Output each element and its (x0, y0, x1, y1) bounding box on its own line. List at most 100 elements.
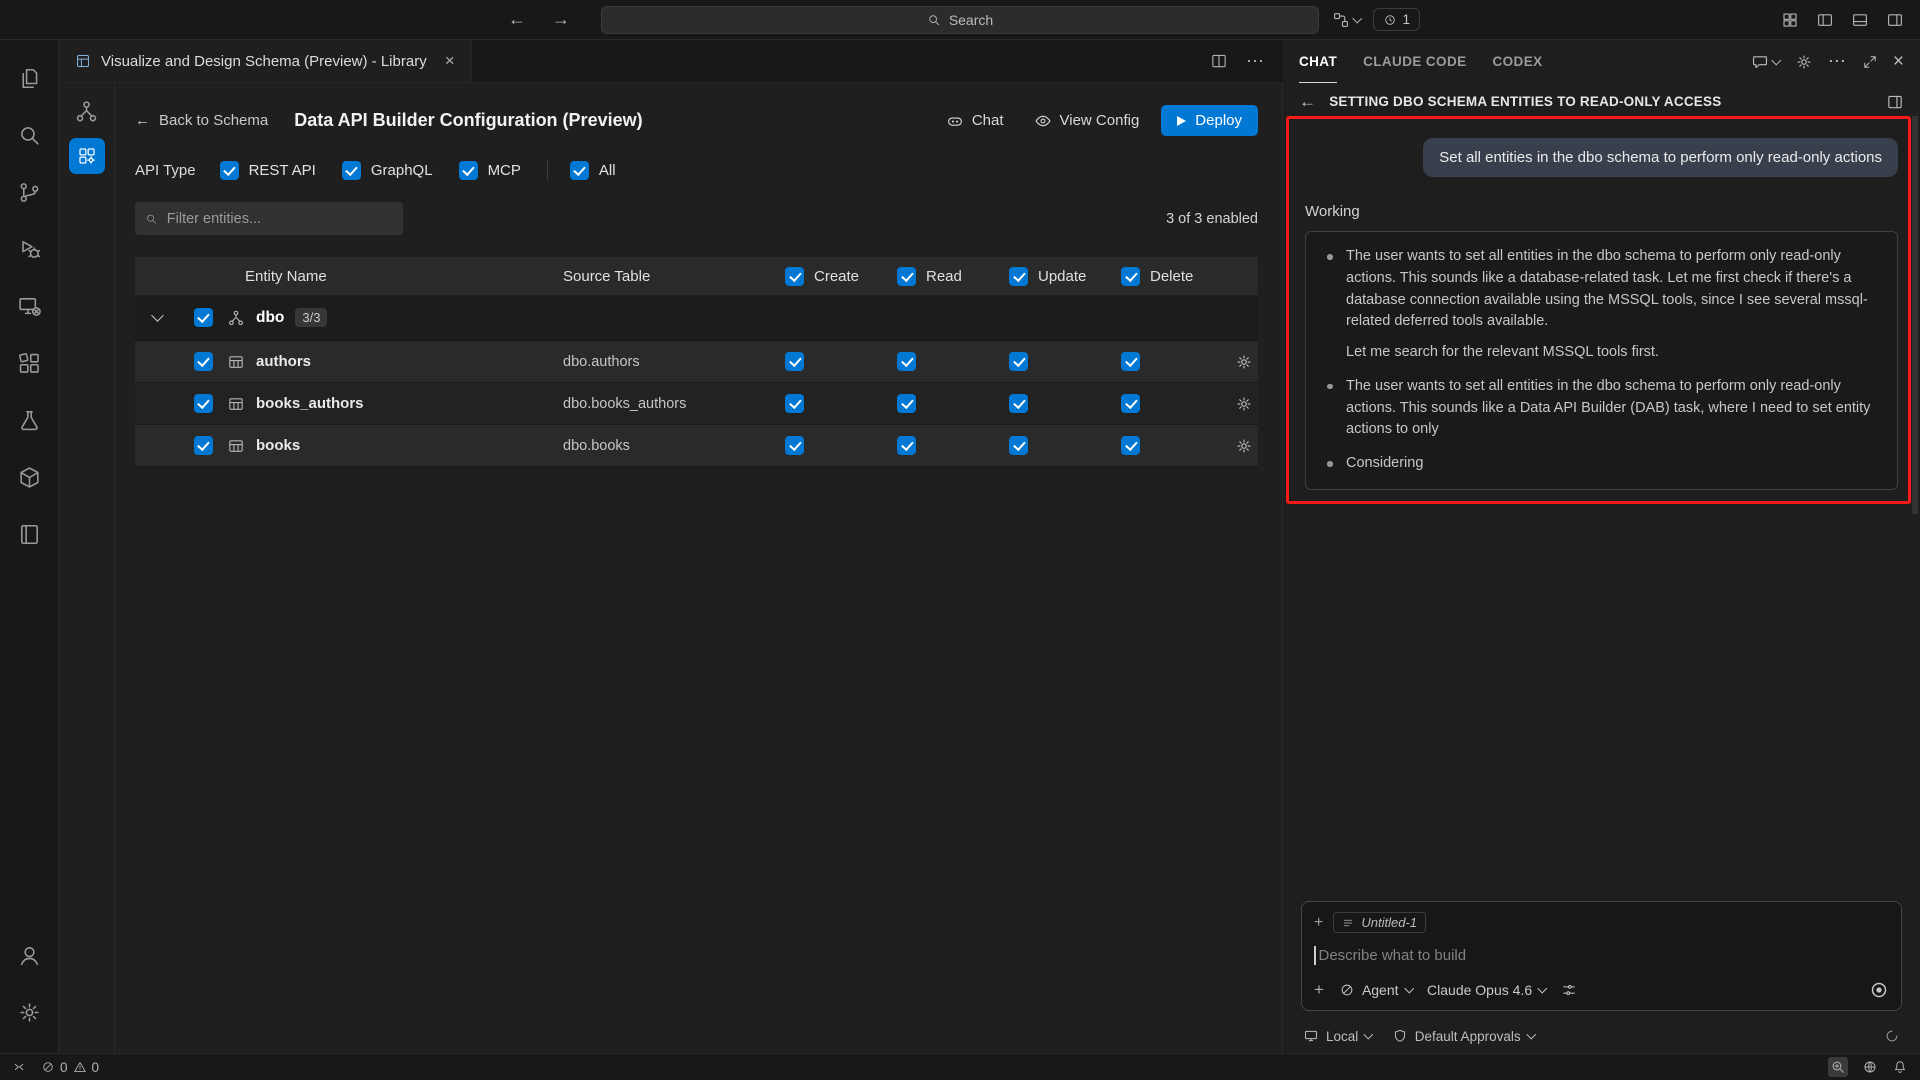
explorer-icon[interactable] (0, 50, 58, 107)
update-checkbox[interactable] (1009, 394, 1028, 413)
context-file-chip[interactable]: Untitled-1 (1333, 912, 1426, 933)
global-search-input[interactable]: Search (601, 6, 1319, 34)
row-settings-button[interactable] (1233, 353, 1253, 371)
account-icon[interactable] (0, 927, 58, 984)
problems-indicator[interactable]: 0 0 (41, 1060, 99, 1075)
history-forward-icon[interactable]: → (552, 9, 570, 30)
update-all-checkbox[interactable] (1009, 267, 1028, 286)
rest-api-checkbox[interactable] (220, 161, 239, 180)
mode-picker[interactable]: Agent (1339, 982, 1412, 998)
remote-indicator[interactable] (12, 1060, 26, 1074)
schema-visualizer-icon[interactable] (74, 99, 99, 124)
more-actions-icon[interactable]: ⋯ (1246, 51, 1265, 72)
close-icon[interactable]: × (1893, 51, 1904, 73)
mcp-checkbox[interactable] (459, 161, 478, 180)
delete-checkbox[interactable] (1121, 352, 1140, 371)
add-context-icon[interactable]: + (1314, 914, 1323, 932)
create-all-checkbox[interactable] (785, 267, 804, 286)
text-cursor (1314, 946, 1316, 965)
more-actions-icon[interactable]: ⋯ (1828, 51, 1847, 72)
tab-codex[interactable]: CODEX (1493, 40, 1543, 83)
open-in-editor-icon[interactable] (1886, 93, 1904, 111)
create-checkbox[interactable] (785, 394, 804, 413)
toggle-panel-icon[interactable] (1851, 11, 1869, 29)
customize-layout-icon[interactable] (1781, 11, 1799, 29)
create-checkbox[interactable] (785, 352, 804, 371)
row-settings-button[interactable] (1233, 395, 1253, 413)
tab-chat[interactable]: CHAT (1299, 40, 1337, 83)
notebook-icon[interactable] (0, 506, 58, 563)
api-option-rest[interactable]: REST API (220, 161, 316, 180)
chat-input-box[interactable]: + Untitled-1 Describe what to build + Ag… (1301, 901, 1902, 1011)
read-checkbox[interactable] (897, 352, 916, 371)
delete-checkbox[interactable] (1121, 436, 1140, 455)
environment-picker[interactable]: Local (1303, 1028, 1372, 1044)
sliders-icon[interactable] (1561, 982, 1577, 998)
scrollbar-thumb[interactable] (1912, 116, 1918, 514)
attach-icon[interactable]: + (1314, 980, 1324, 1000)
filter-entities-field[interactable] (135, 202, 403, 235)
toggle-sidebar-icon[interactable] (1816, 11, 1834, 29)
row-checkbox[interactable] (194, 394, 213, 413)
remote-explorer-icon[interactable] (0, 278, 58, 335)
read-all-checkbox[interactable] (897, 267, 916, 286)
zoom-in-button[interactable] (1828, 1057, 1848, 1077)
split-editor-icon[interactable] (1210, 52, 1228, 70)
expand-icon[interactable] (1862, 54, 1878, 70)
schema-icon (227, 309, 245, 327)
table-row[interactable]: authors dbo.authors (135, 341, 1258, 383)
filter-entities-input[interactable] (167, 211, 393, 227)
voice-record-button[interactable] (1869, 980, 1889, 1000)
model-picker[interactable]: Claude Opus 4.6 (1427, 982, 1546, 998)
search-view-icon[interactable] (0, 107, 58, 164)
read-checkbox[interactable] (897, 394, 916, 413)
api-option-graphql[interactable]: GraphQL (342, 161, 433, 180)
session-counter[interactable]: 1 (1373, 8, 1421, 31)
run-debug-icon[interactable] (0, 221, 58, 278)
read-checkbox[interactable] (897, 436, 916, 455)
prompt-input[interactable]: Describe what to build (1314, 946, 1889, 965)
globe-icon[interactable] (1862, 1059, 1878, 1075)
deploy-button[interactable]: Deploy (1161, 105, 1258, 136)
settings-gear-icon[interactable] (0, 984, 58, 1041)
tab-claude-code[interactable]: CLAUDE CODE (1363, 40, 1466, 83)
delete-checkbox[interactable] (1121, 394, 1140, 413)
create-checkbox[interactable] (785, 436, 804, 455)
mode-label: Agent (1362, 982, 1399, 998)
chat-mode-button[interactable] (1751, 53, 1780, 71)
schema-group-row[interactable]: dbo 3/3 (135, 295, 1258, 341)
update-checkbox[interactable] (1009, 352, 1028, 371)
editor-tab[interactable]: Visualize and Design Schema (Preview) - … (59, 40, 472, 82)
copilot-sessions-button[interactable] (1332, 11, 1361, 29)
testing-icon[interactable] (0, 392, 58, 449)
dab-config-button[interactable] (69, 138, 105, 174)
api-option-all[interactable]: All (570, 161, 616, 180)
dbo-group-checkbox[interactable] (194, 308, 213, 327)
view-config-button[interactable]: View Config (1026, 106, 1148, 136)
chat-button[interactable]: Chat (938, 106, 1012, 136)
all-checkbox[interactable] (570, 161, 589, 180)
chat-panel-tabs: CHAT CLAUDE CODE CODEX ⋯ × (1283, 40, 1920, 83)
chevron-down-icon[interactable] (151, 309, 164, 322)
toggle-secondary-sidebar-icon[interactable] (1886, 11, 1904, 29)
notifications-bell-icon[interactable] (1892, 1059, 1908, 1075)
status-bar-right (1828, 1057, 1908, 1077)
containers-icon[interactable] (0, 449, 58, 506)
api-option-mcp[interactable]: MCP (459, 161, 521, 180)
row-checkbox[interactable] (194, 352, 213, 371)
back-to-schema-link[interactable]: ← Back to Schema (135, 112, 268, 129)
approvals-picker[interactable]: Default Approvals (1392, 1028, 1534, 1044)
extensions-icon[interactable] (0, 335, 58, 392)
source-control-icon[interactable] (0, 164, 58, 221)
history-back-icon[interactable]: ← (508, 9, 526, 30)
table-row[interactable]: books dbo.books (135, 425, 1258, 467)
row-checkbox[interactable] (194, 436, 213, 455)
row-settings-button[interactable] (1233, 437, 1253, 455)
gear-icon[interactable] (1795, 53, 1813, 71)
delete-all-checkbox[interactable] (1121, 267, 1140, 286)
graphql-checkbox[interactable] (342, 161, 361, 180)
back-arrow-icon[interactable]: ← (1299, 92, 1316, 112)
update-checkbox[interactable] (1009, 436, 1028, 455)
table-row[interactable]: books_authors dbo.books_authors (135, 383, 1258, 425)
close-icon[interactable]: × (445, 51, 455, 71)
